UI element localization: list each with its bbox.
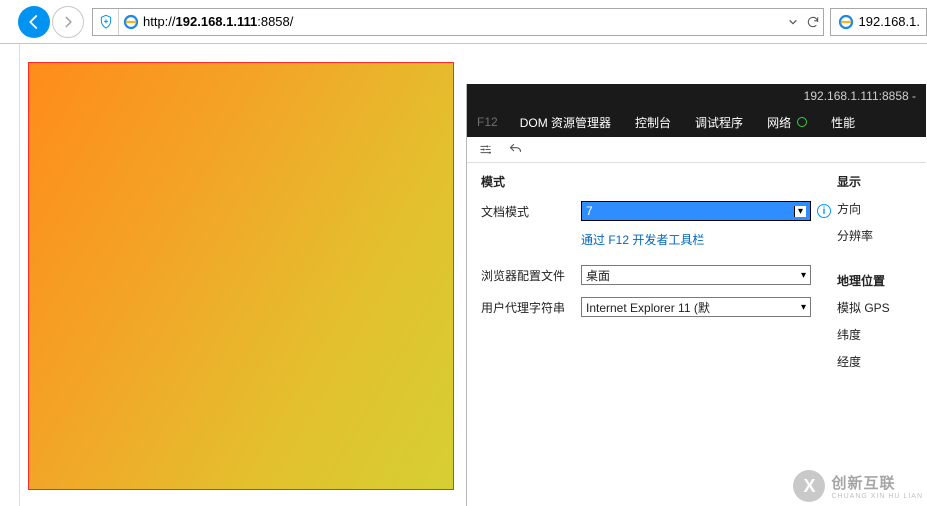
record-indicator bbox=[797, 117, 807, 127]
back-button[interactable] bbox=[18, 6, 50, 38]
document-mode-label: 文档模式 bbox=[481, 203, 581, 220]
devtools-body: 模式 文档模式 7 ▾ i 通过 F12 开发者工具栏 bbox=[467, 163, 926, 506]
info-icon[interactable]: i bbox=[817, 204, 831, 218]
mode-column: 模式 文档模式 7 ▾ i 通过 F12 开发者工具栏 bbox=[481, 173, 831, 506]
mode-heading: 模式 bbox=[481, 173, 831, 190]
browser-profile-value: 桌面 bbox=[586, 267, 610, 284]
browser-navbar: http://192.168.1.111:8858/ 192.168.1. bbox=[0, 0, 927, 44]
via-f12-row: 通过 F12 开发者工具栏 bbox=[481, 228, 831, 250]
user-agent-value: Internet Explorer 11 (默 bbox=[586, 299, 710, 316]
address-bar[interactable]: http://192.168.1.111:8858/ bbox=[92, 8, 824, 36]
document-mode-select[interactable]: 7 ▾ bbox=[581, 201, 811, 221]
tab-f12-label: F12 bbox=[467, 107, 508, 137]
page-viewport: 192.168.1.111:8858 - F12 DOM 资源管理器 控制台 调… bbox=[20, 44, 927, 506]
simulate-gps-label: 模拟 GPS bbox=[837, 299, 912, 316]
longitude-label: 经度 bbox=[837, 353, 912, 370]
watermark: X 创新互联 CHUANG XIN HU LIAN bbox=[793, 470, 923, 502]
resolution-label: 分辨率 bbox=[837, 227, 912, 244]
undo-icon bbox=[508, 142, 523, 157]
via-f12-link[interactable]: 通过 F12 开发者工具栏 bbox=[581, 231, 704, 248]
devtools-title: 192.168.1.111:8858 - bbox=[804, 89, 916, 103]
shield-plus-icon bbox=[98, 14, 114, 30]
tab-debugger[interactable]: 调试程序 bbox=[683, 107, 755, 137]
tab-network-label: 网络 bbox=[767, 114, 791, 131]
watermark-sub: CHUANG XIN HU LIAN bbox=[831, 493, 923, 500]
chevron-down-icon: ▾ bbox=[801, 270, 806, 281]
ie-icon bbox=[837, 13, 855, 31]
left-gutter bbox=[0, 44, 20, 506]
tab-dom-explorer[interactable]: DOM 资源管理器 bbox=[508, 107, 623, 137]
orientation-label: 方向 bbox=[837, 200, 912, 217]
tab-network[interactable]: 网络 bbox=[755, 107, 819, 137]
devtools-tabs: F12 DOM 资源管理器 控制台 调试程序 网络 性能 bbox=[467, 107, 926, 137]
watermark-logo: X bbox=[793, 470, 825, 502]
undo-button[interactable] bbox=[507, 142, 523, 158]
user-agent-row: 用户代理字符串 Internet Explorer 11 (默 ▾ bbox=[481, 296, 831, 318]
gradient-box bbox=[28, 62, 454, 490]
tab-performance[interactable]: 性能 bbox=[819, 107, 867, 137]
refresh-button[interactable] bbox=[803, 15, 823, 29]
sliders-icon bbox=[478, 142, 493, 157]
address-dropdown-button[interactable] bbox=[783, 17, 803, 27]
refresh-icon bbox=[806, 15, 820, 29]
user-agent-select[interactable]: Internet Explorer 11 (默 ▾ bbox=[581, 297, 811, 317]
browser-profile-select[interactable]: 桌面 ▾ bbox=[581, 265, 811, 285]
document-mode-value: 7 bbox=[586, 204, 593, 218]
display-heading: 显示 bbox=[837, 173, 912, 190]
devtools-panel: 192.168.1.111:8858 - F12 DOM 资源管理器 控制台 调… bbox=[466, 84, 926, 506]
settings-button[interactable] bbox=[477, 142, 493, 158]
tab-label: 192.168.1. bbox=[859, 14, 920, 29]
latitude-label: 纬度 bbox=[837, 326, 912, 343]
browser-profile-label: 浏览器配置文件 bbox=[481, 267, 581, 284]
document-mode-row: 文档模式 7 ▾ i bbox=[481, 200, 831, 222]
devtools-titlebar: 192.168.1.111:8858 - bbox=[467, 84, 926, 107]
arrow-right-icon bbox=[61, 15, 75, 29]
user-agent-label: 用户代理字符串 bbox=[481, 299, 581, 316]
tab-console[interactable]: 控制台 bbox=[623, 107, 683, 137]
watermark-brand: 创新互联 bbox=[831, 472, 923, 493]
forward-button[interactable] bbox=[52, 6, 84, 38]
content-area: 192.168.1.111:8858 - F12 DOM 资源管理器 控制台 调… bbox=[0, 44, 927, 506]
display-geo-column: 显示 方向 分辨率 地理位置 模拟 GPS 纬度 经度 bbox=[831, 173, 912, 506]
arrow-left-icon bbox=[25, 13, 43, 31]
browser-tab[interactable]: 192.168.1. bbox=[830, 8, 927, 36]
chevron-down-icon: ▾ bbox=[801, 302, 806, 313]
url-path: / bbox=[290, 14, 294, 29]
geolocation-heading: 地理位置 bbox=[837, 272, 912, 289]
url-text: http://192.168.1.111:8858/ bbox=[143, 14, 783, 29]
browser-profile-row: 浏览器配置文件 桌面 ▾ bbox=[481, 264, 831, 286]
site-identity-button[interactable] bbox=[119, 9, 143, 35]
url-scheme: http:// bbox=[143, 14, 176, 29]
watermark-text-wrap: 创新互联 CHUANG XIN HU LIAN bbox=[831, 472, 923, 500]
chevron-down-icon bbox=[788, 17, 798, 27]
devtools-toolbar bbox=[467, 137, 926, 163]
url-host: 192.168.1.111 bbox=[176, 14, 258, 29]
ie-icon bbox=[122, 13, 140, 31]
url-port: :8858 bbox=[257, 14, 290, 29]
chevron-down-icon: ▾ bbox=[794, 206, 806, 217]
compat-view-button[interactable] bbox=[93, 9, 119, 35]
